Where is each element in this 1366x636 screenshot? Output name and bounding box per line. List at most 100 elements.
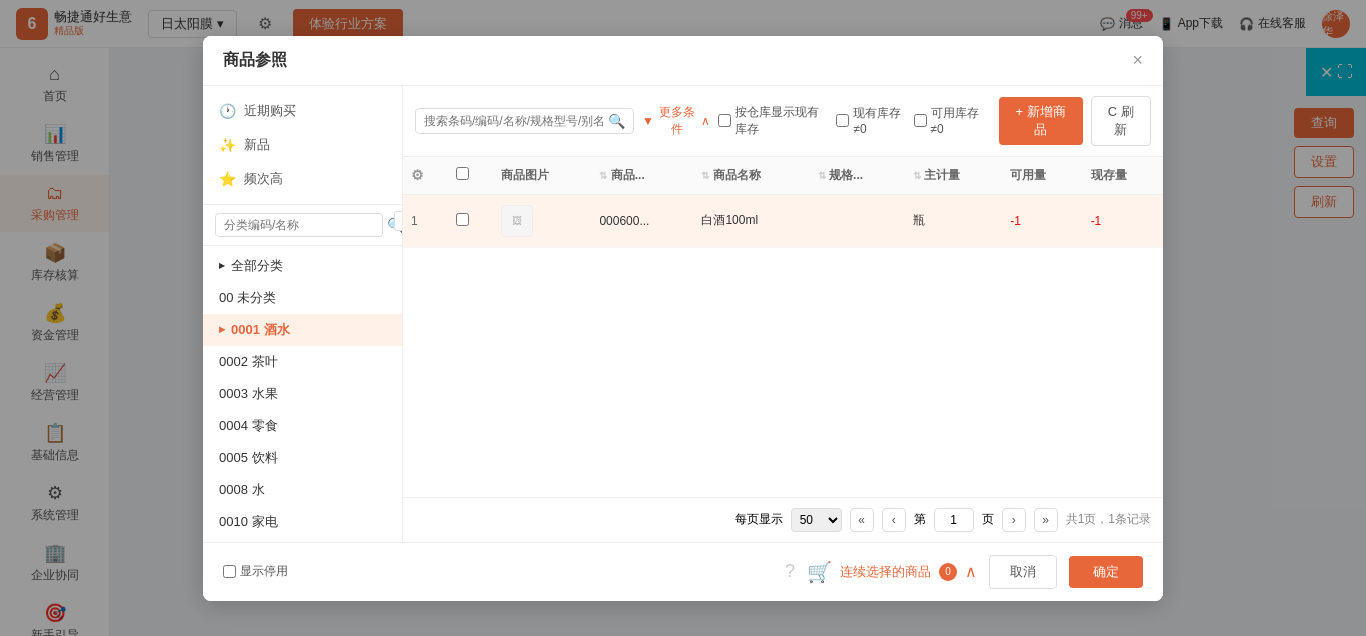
category-item-beverage[interactable]: 0005 饮料 xyxy=(203,442,402,474)
search-category-area: 🔍 ‹ xyxy=(203,205,402,246)
product-search-icon[interactable]: 🔍 xyxy=(608,113,625,129)
category-search-input[interactable] xyxy=(215,213,383,237)
available-value: -1 xyxy=(1010,214,1021,228)
cancel-button[interactable]: 取消 xyxy=(989,555,1057,589)
product-search-wrap: 🔍 xyxy=(415,108,634,134)
cart-label: 连续选择的商品 xyxy=(840,563,931,581)
category-appliance-label: 0010 家电 xyxy=(219,513,278,531)
th-code[interactable]: ⇅ 商品... xyxy=(591,157,693,195)
th-name[interactable]: ⇅ 商品名称 xyxy=(693,157,809,195)
th-spec[interactable]: ⇅ 规格... xyxy=(810,157,905,195)
row-number: 1 xyxy=(411,214,418,228)
th-settings[interactable]: ⚙ xyxy=(403,157,448,195)
more-filter-button[interactable]: ▼ 更多条件 ∧ xyxy=(642,104,710,138)
cart-area[interactable]: 🛒 连续选择的商品 0 ∧ xyxy=(807,560,977,584)
product-table-container: ⚙ 商品图片 ⇅ 商品... ⇅ 商品名称 xyxy=(403,157,1163,497)
category-item-water[interactable]: 0008 水 xyxy=(203,474,402,506)
checkbox-available-stock[interactable]: 可用库存≠0 xyxy=(914,105,983,136)
modal-close-button[interactable]: × xyxy=(1132,50,1143,71)
td-name: 白酒100ml xyxy=(693,194,809,247)
prev-page-button[interactable]: ‹ xyxy=(882,508,906,532)
select-all-checkbox[interactable] xyxy=(456,167,469,180)
column-settings-icon[interactable]: ⚙ xyxy=(411,167,424,183)
quicknav-frequent-label: 频次高 xyxy=(244,170,283,188)
filter-icon: ▼ xyxy=(642,114,654,128)
th-spec-label: 规格... xyxy=(829,168,863,182)
td-checkbox xyxy=(448,194,493,247)
category-beverage-label: 0005 饮料 xyxy=(219,449,278,467)
checkbox-current-stock[interactable]: 现有库存≠0 xyxy=(836,105,905,136)
page-label: 第 xyxy=(914,511,926,528)
quicknav-recent-label: 近期购买 xyxy=(244,102,296,120)
modal-header: 商品参照 × xyxy=(203,36,1163,86)
product-search-input[interactable] xyxy=(424,114,604,128)
display-disabled-label: 显示停用 xyxy=(240,563,288,580)
modal-overlay: 商品参照 × 🕐 近期购买 ✨ 新品 ⭐ 频次高 xyxy=(0,0,1366,636)
category-uncategorized-label: 00 未分类 xyxy=(219,289,276,307)
th-checkbox xyxy=(448,157,493,195)
checkbox-current-stock-input[interactable] xyxy=(836,114,849,127)
modal-toolbar: 🔍 ▼ 更多条件 ∧ 按仓库显示现有库存 现有库存≠0 xyxy=(403,86,1163,157)
chevron-up-icon: ∧ xyxy=(701,114,710,128)
category-item-fruit[interactable]: 0003 水果 xyxy=(203,378,402,410)
page-number-input[interactable] xyxy=(934,508,974,532)
display-disabled-input[interactable] xyxy=(223,565,236,578)
category-item-all[interactable]: ▶ 全部分类 xyxy=(203,250,402,282)
next-page-button[interactable]: › xyxy=(1002,508,1026,532)
per-page-select[interactable]: 50 10 20 100 xyxy=(791,508,842,532)
th-available[interactable]: 可用量 xyxy=(1002,157,1082,195)
category-fruit-label: 0003 水果 xyxy=(219,385,278,403)
image-placeholder-icon: 🖼 xyxy=(512,215,522,226)
checkbox-available-stock-input[interactable] xyxy=(914,114,927,127)
category-item-snack[interactable]: 0004 零食 xyxy=(203,410,402,442)
refresh-button[interactable]: C 刷新 xyxy=(1091,96,1151,146)
star-icon: ⭐ xyxy=(219,171,236,187)
quicknav-frequent[interactable]: ⭐ 频次高 xyxy=(203,162,402,196)
checkbox-warehouse-display[interactable]: 按仓库显示现有库存 xyxy=(718,104,828,138)
quicknav-new[interactable]: ✨ 新品 xyxy=(203,128,402,162)
modal-body: 🕐 近期购买 ✨ 新品 ⭐ 频次高 🔍 xyxy=(203,86,1163,542)
th-stock-label: 现存量 xyxy=(1091,168,1127,182)
display-disabled-checkbox[interactable]: 显示停用 xyxy=(223,563,288,580)
td-image: 🖼 xyxy=(493,194,592,247)
stock-value: -1 xyxy=(1091,214,1102,228)
th-available-label: 可用量 xyxy=(1010,168,1046,182)
quicknav-recent[interactable]: 🕐 近期购买 xyxy=(203,94,402,128)
per-page-label: 每页显示 xyxy=(735,511,783,528)
modal-title: 商品参照 xyxy=(223,50,287,71)
quicknav-new-label: 新品 xyxy=(244,136,270,154)
category-item-tea[interactable]: 0002 茶叶 xyxy=(203,346,402,378)
collapse-panel-button[interactable]: ‹ xyxy=(394,211,403,231)
category-item-appliance[interactable]: 0010 家电 xyxy=(203,506,402,538)
first-page-button[interactable]: « xyxy=(850,508,874,532)
category-list: ▶ 全部分类 00 未分类 ▶ 0001 酒水 0002 茶叶 0003 水果 xyxy=(203,246,402,542)
row-checkbox[interactable] xyxy=(456,213,469,226)
confirm-button[interactable]: 确定 xyxy=(1069,556,1143,588)
sort-icon-name: ⇅ xyxy=(701,170,709,181)
th-unit-label: 主计量 xyxy=(924,168,960,182)
total-pages-info: 共1页，1条记录 xyxy=(1066,511,1151,528)
pagination: 每页显示 50 10 20 100 « ‹ 第 页 › » 共1页，1条记录 xyxy=(403,497,1163,542)
help-icon[interactable]: ? xyxy=(785,561,795,582)
checkbox-warehouse-input[interactable] xyxy=(718,114,731,127)
td-available: -1 xyxy=(1002,194,1082,247)
category-item-uncategorized[interactable]: 00 未分类 xyxy=(203,282,402,314)
td-unit: 瓶 xyxy=(905,194,1003,247)
th-image[interactable]: 商品图片 xyxy=(493,157,592,195)
category-all-label: 全部分类 xyxy=(231,257,283,275)
th-stock[interactable]: 现存量 xyxy=(1083,157,1163,195)
cart-collapse-icon[interactable]: ∧ xyxy=(965,562,977,581)
search-category-bar: 🔍 xyxy=(203,205,402,246)
category-item-liquor[interactable]: ▶ 0001 酒水 xyxy=(203,314,402,346)
sort-icon-spec: ⇅ xyxy=(818,170,826,181)
table-row[interactable]: 1 🖼 000600... 白酒100ml 瓶 xyxy=(403,194,1163,247)
th-unit[interactable]: ⇅ 主计量 xyxy=(905,157,1003,195)
cart-count-badge: 0 xyxy=(939,563,957,581)
add-product-button[interactable]: + 新增商品 xyxy=(999,97,1083,145)
product-thumbnail: 🖼 xyxy=(501,205,533,237)
last-page-button[interactable]: » xyxy=(1034,508,1058,532)
modal-right-panel: 🔍 ▼ 更多条件 ∧ 按仓库显示现有库存 现有库存≠0 xyxy=(403,86,1163,542)
product-table-body: 1 🖼 000600... 白酒100ml 瓶 xyxy=(403,194,1163,247)
product-reference-modal: 商品参照 × 🕐 近期购买 ✨ 新品 ⭐ 频次高 xyxy=(203,36,1163,601)
category-tea-label: 0002 茶叶 xyxy=(219,353,278,371)
